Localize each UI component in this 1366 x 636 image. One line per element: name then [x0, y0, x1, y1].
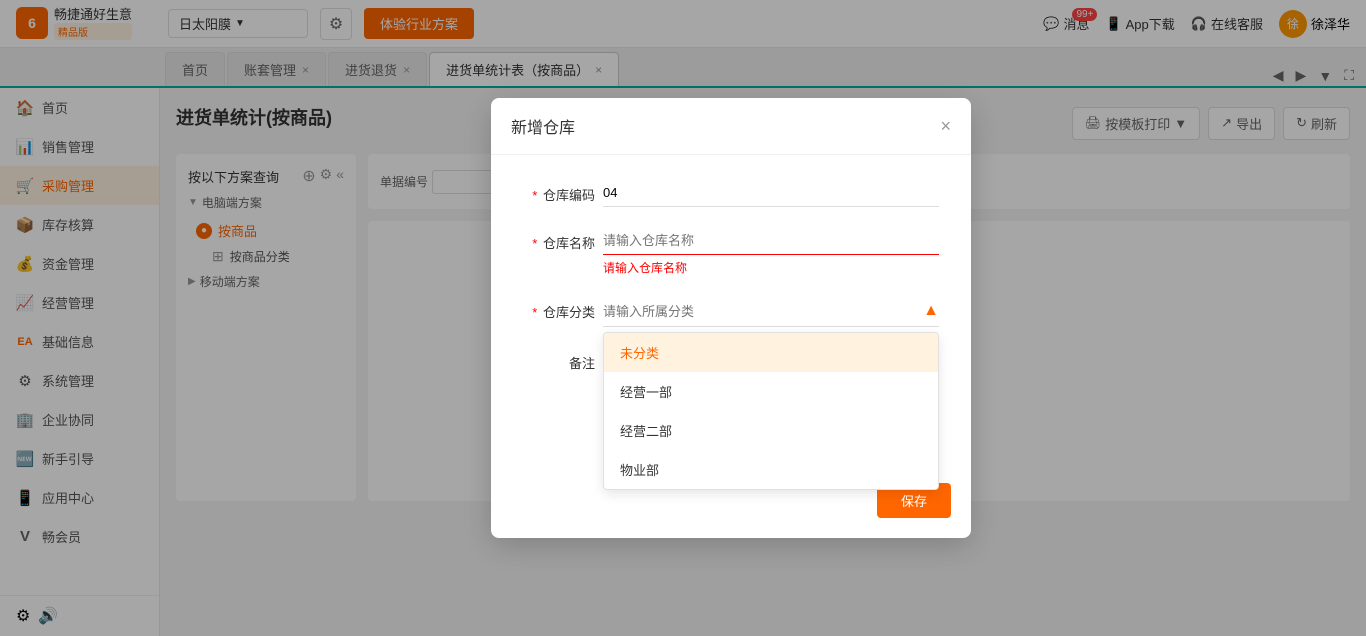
dialog-close-button[interactable]: ×: [940, 116, 951, 137]
dropdown-item-dept3[interactable]: 物业部: [604, 450, 938, 489]
dialog-title: 新增仓库: [511, 114, 575, 138]
field-warehouse-name: * 仓库名称 请输入仓库名称: [523, 227, 939, 276]
name-error-message: 请输入仓库名称: [603, 259, 939, 276]
field-warehouse-category: * 仓库分类 ▲ 未分类 经营一部 经营二部 物业部: [523, 296, 939, 327]
dialog-body: * 仓库编码 * 仓库名称 请输入仓库名称 * 仓库分类: [491, 155, 971, 391]
warehouse-code-input[interactable]: [603, 179, 939, 207]
field-warehouse-code: * 仓库编码: [523, 179, 939, 207]
category-dropdown: 未分类 经营一部 经营二部 物业部: [603, 332, 939, 490]
dialog-header: 新增仓库 ×: [491, 98, 971, 155]
category-input[interactable]: [603, 304, 923, 319]
add-warehouse-dialog: 新增仓库 × * 仓库编码 * 仓库名称 请输入仓库名称: [491, 98, 971, 538]
dropdown-item-dept1[interactable]: 经营一部: [604, 372, 938, 411]
dropdown-item-dept2[interactable]: 经营二部: [604, 411, 938, 450]
dropdown-item-none[interactable]: 未分类: [604, 333, 938, 372]
warehouse-name-input[interactable]: [603, 227, 939, 255]
select-arrow-icon[interactable]: ▲: [923, 302, 939, 320]
category-select[interactable]: ▲: [603, 296, 939, 327]
